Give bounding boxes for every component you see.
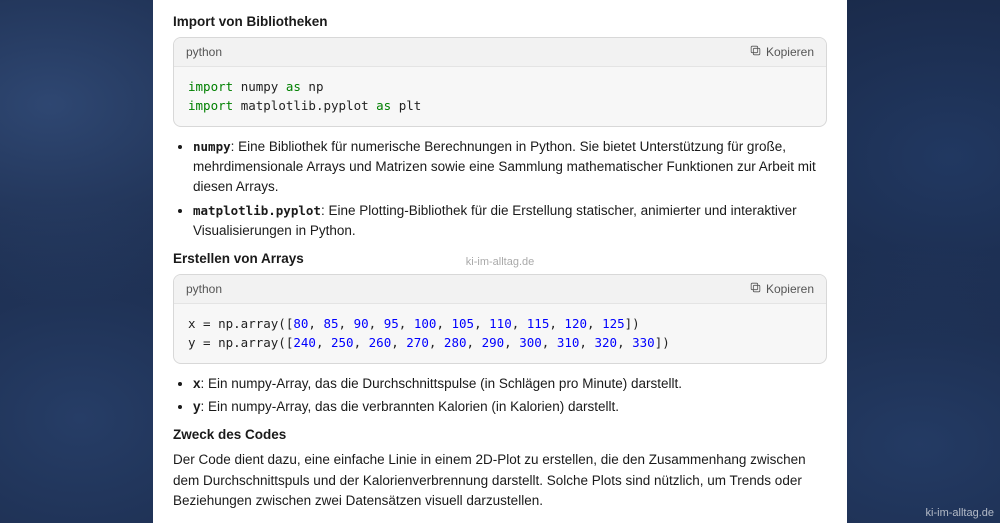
heading-import: Import von Bibliotheken: [173, 14, 827, 29]
watermark-corner: ki-im-alltag.de: [926, 507, 994, 519]
bullet-list-arrays: x: Ein numpy-Array, das die Durchschnitt…: [173, 374, 827, 418]
codeblock-header: python Kopieren: [174, 275, 826, 304]
term-text: : Ein numpy-Array, das die verbrannten K…: [201, 399, 619, 414]
codeblock-header: python Kopieren: [174, 38, 826, 67]
term: y: [193, 399, 201, 414]
term-text: : Eine Bibliothek für numerische Berechn…: [193, 139, 816, 195]
code-content[interactable]: import numpy as np import matplotlib.pyp…: [174, 67, 826, 126]
bullet-list-import: numpy: Eine Bibliothek für numerische Be…: [173, 137, 827, 241]
code-lang-label: python: [186, 282, 222, 296]
copy-icon: [749, 281, 762, 297]
list-item: numpy: Eine Bibliothek für numerische Be…: [193, 137, 827, 198]
term-text: : Ein numpy-Array, das die Durchschnitts…: [201, 376, 682, 391]
heading-zweck: Zweck des Codes: [173, 427, 827, 442]
copy-label: Kopieren: [766, 282, 814, 296]
codeblock-arrays: python Kopieren x = np.array([80, 85, 90…: [173, 274, 827, 364]
list-item: matplotlib.pyplot: Eine Plotting-Bibliot…: [193, 201, 827, 242]
copy-label: Kopieren: [766, 45, 814, 59]
code-content[interactable]: x = np.array([80, 85, 90, 95, 100, 105, …: [174, 304, 826, 363]
term: numpy: [193, 139, 231, 154]
copy-button[interactable]: Kopieren: [749, 44, 814, 60]
copy-button[interactable]: Kopieren: [749, 281, 814, 297]
codeblock-import: python Kopieren import numpy as np impor…: [173, 37, 827, 127]
heading-arrays: Erstellen von Arrays: [173, 251, 827, 266]
list-item: x: Ein numpy-Array, das die Durchschnitt…: [193, 374, 827, 394]
code-lang-label: python: [186, 45, 222, 59]
copy-icon: [749, 44, 762, 60]
term: x: [193, 376, 201, 391]
list-item: y: Ein numpy-Array, das die verbrannten …: [193, 397, 827, 417]
term: matplotlib.pyplot: [193, 203, 321, 218]
paragraph-zweck: Der Code dient dazu, eine einfache Linie…: [173, 450, 827, 511]
article-page: Import von Bibliotheken python Kopieren …: [153, 0, 847, 523]
